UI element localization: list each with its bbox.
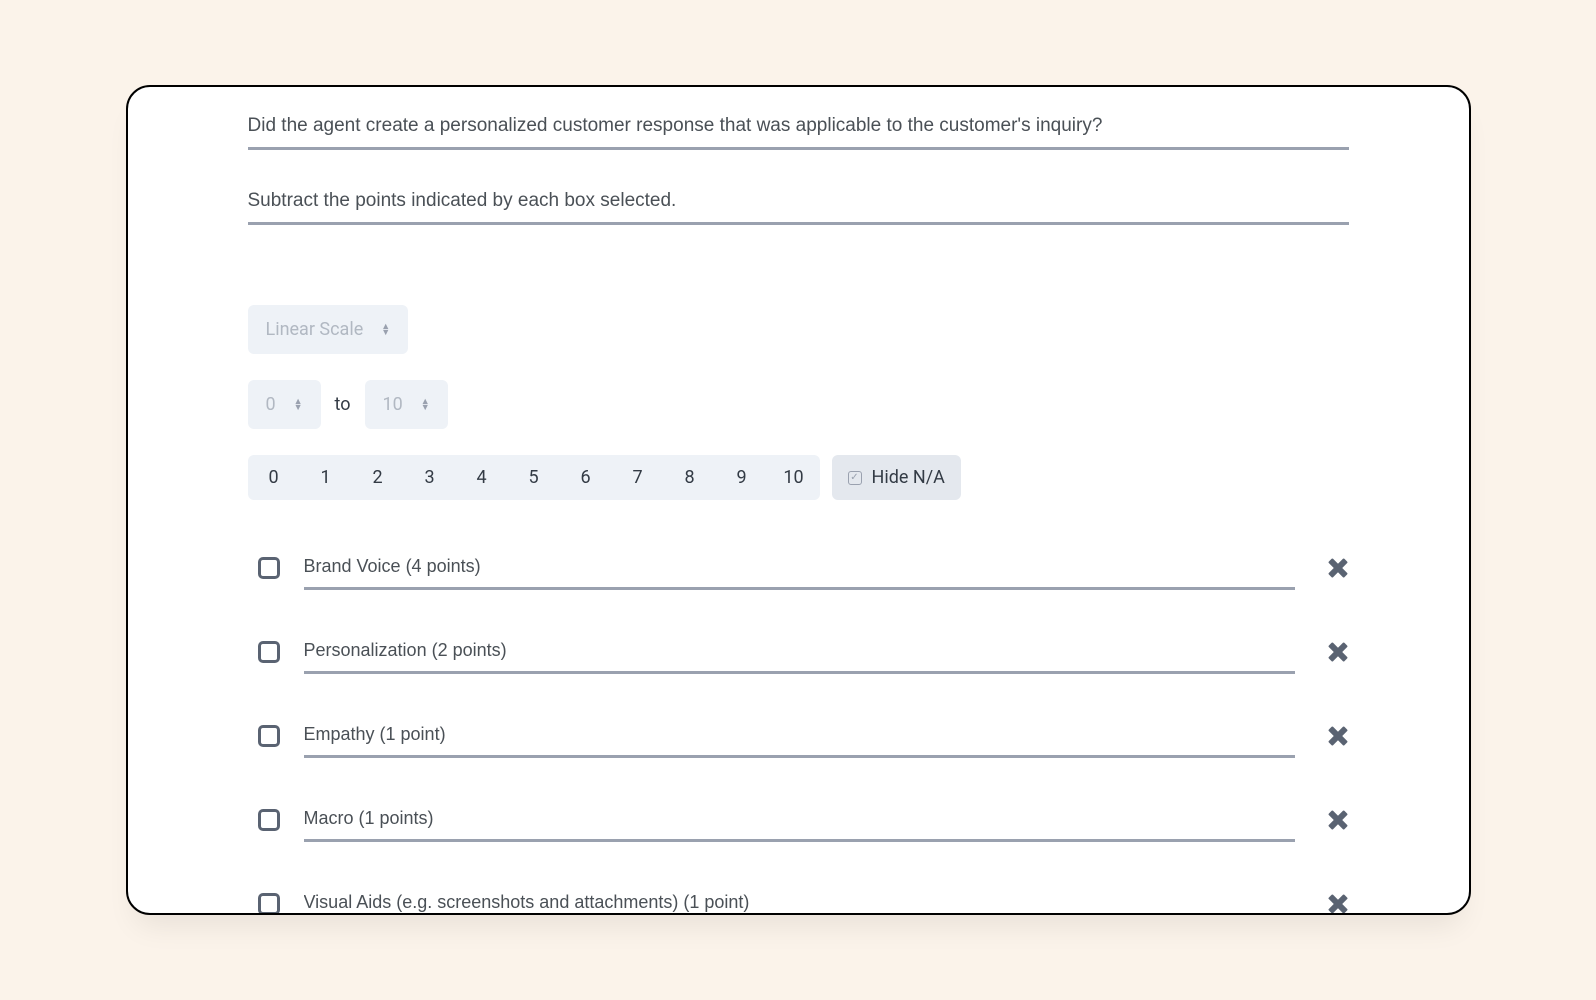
criteria-row [248,798,1349,842]
scale-cell-2[interactable]: 2 [352,455,404,500]
remove-icon[interactable] [1327,641,1349,663]
range-from-select[interactable]: 0 ▲▼ [248,380,321,429]
range-from-value: 0 [266,394,276,415]
range-to-label: to [335,394,351,415]
scale-cell-5[interactable]: 5 [508,455,560,500]
scale-cell-8[interactable]: 8 [664,455,716,500]
question-input[interactable] [248,105,1349,150]
remove-icon[interactable] [1327,557,1349,579]
remove-icon[interactable] [1327,725,1349,747]
criteria-checkbox[interactable] [258,893,280,915]
range-to-value: 10 [383,394,403,415]
checkbox-icon: ✓ [848,471,862,485]
updown-icon: ▲▼ [381,324,390,336]
criteria-row [248,630,1349,674]
criteria-input[interactable] [304,882,1295,915]
subtitle-input[interactable] [248,180,1349,225]
criteria-checkbox[interactable] [258,641,280,663]
criteria-input[interactable] [304,630,1295,674]
criteria-list [248,546,1349,915]
hide-na-label: Hide N/A [872,467,945,488]
criteria-input[interactable] [304,714,1295,758]
scale-cell-0[interactable]: 0 [248,455,300,500]
criteria-row [248,546,1349,590]
range-row: 0 ▲▼ to 10 ▲▼ [248,380,1349,429]
criteria-checkbox[interactable] [258,557,280,579]
hide-na-toggle[interactable]: ✓ Hide N/A [832,455,961,500]
criteria-checkbox[interactable] [258,809,280,831]
criteria-input[interactable] [304,798,1295,842]
scale-box: 012345678910 [248,455,820,500]
updown-icon: ▲▼ [421,399,430,411]
scale-cell-9[interactable]: 9 [716,455,768,500]
scale-row: 012345678910 ✓ Hide N/A [248,455,1349,500]
updown-icon: ▲▼ [294,399,303,411]
form-card: Linear Scale ▲▼ 0 ▲▼ to 10 ▲▼ 0123456789… [126,85,1471,915]
range-to-select[interactable]: 10 ▲▼ [365,380,448,429]
scale-type-select[interactable]: Linear Scale ▲▼ [248,305,409,354]
scale-cell-7[interactable]: 7 [612,455,664,500]
remove-icon[interactable] [1327,893,1349,915]
remove-icon[interactable] [1327,809,1349,831]
scale-cell-4[interactable]: 4 [456,455,508,500]
criteria-input[interactable] [304,546,1295,590]
criteria-row [248,882,1349,915]
criteria-row [248,714,1349,758]
scale-cell-1[interactable]: 1 [300,455,352,500]
scale-cell-3[interactable]: 3 [404,455,456,500]
criteria-checkbox[interactable] [258,725,280,747]
scale-cell-6[interactable]: 6 [560,455,612,500]
scale-cell-10[interactable]: 10 [768,455,820,500]
scale-type-label: Linear Scale [266,319,364,340]
